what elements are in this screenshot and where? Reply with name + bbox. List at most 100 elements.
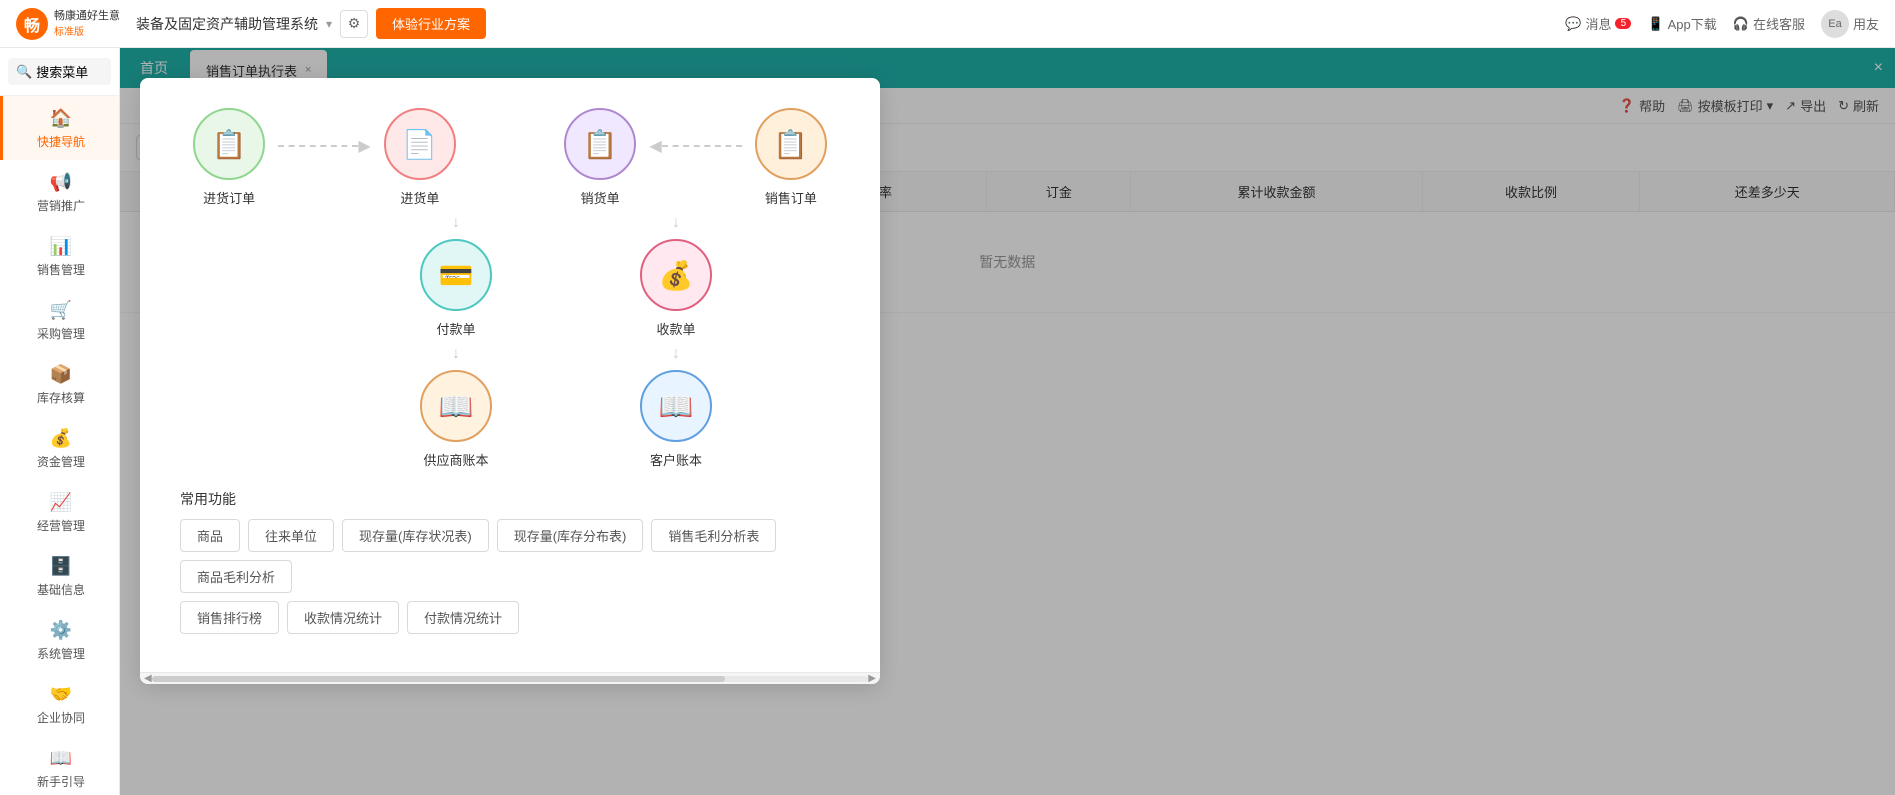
customer-circle: 📖 — [640, 370, 712, 442]
app-label: App下载 — [1668, 14, 1717, 33]
user-area[interactable]: Ea 用友 — [1821, 10, 1879, 38]
sidebar-item-inventory[interactable]: 📦 库存核算 — [0, 352, 119, 416]
base-icon: 🗄️ — [50, 556, 72, 577]
top-header: 畅 畅康通好生意 标准版 装备及固定资产辅助管理系统 ▾ ⚙ 体验行业方案 💬 … — [0, 0, 1895, 48]
node-supplier-account[interactable]: 📖 供应商账本 — [396, 370, 516, 469]
sidebar-item-newbie[interactable]: 📖 新手引导 — [0, 736, 119, 795]
arrow-down-icon: ↓ — [452, 211, 460, 235]
supplier-icon: 📖 — [439, 390, 474, 423]
arrow-down-icon3: ↓ — [452, 342, 460, 366]
logo-line1: 畅康通好生意 — [54, 9, 120, 23]
system-dropdown-icon[interactable]: ▾ — [326, 17, 332, 31]
sidebar-item-label: 系统管理 — [37, 645, 85, 662]
purchase-order-circle: 📋 — [193, 108, 265, 180]
common-functions: 常用功能 商品 往来单位 现存量(库存状况表) 现存量(库存分布表) 销售毛利分… — [180, 489, 840, 634]
dashed-line — [278, 145, 358, 147]
sidebar-item-label: 经营管理 — [37, 517, 85, 534]
node-customer-account[interactable]: 📖 客户账本 — [616, 370, 736, 469]
func-btn-sales-gross[interactable]: 销售毛利分析表 — [651, 519, 776, 552]
enterprise-icon: 🤝 — [50, 684, 72, 705]
sidebar-item-base[interactable]: 🗄️ 基础信息 — [0, 544, 119, 608]
receipt-icon: 💰 — [659, 259, 694, 292]
sidebar-item-finance[interactable]: 💰 资金管理 — [0, 416, 119, 480]
purchase-receipt-circle: 📄 — [384, 108, 456, 180]
modal-overlay[interactable]: 📋 进货订单 ▶ 📄 进货单 — [120, 48, 1895, 795]
sidebar-item-label: 库存核算 — [37, 389, 85, 406]
sidebar-item-marketing[interactable]: 📢 营销推广 — [0, 160, 119, 224]
search-input[interactable]: 🔍 搜索菜单 — [8, 58, 111, 85]
func-btn-goods-gross[interactable]: 商品毛利分析 — [180, 560, 292, 593]
customer-label: 客户账本 — [650, 450, 702, 469]
sidebar-item-label: 营销推广 — [37, 197, 85, 214]
sidebar-item-label: 销售管理 — [37, 261, 85, 278]
purchase-receipt-label: 进货单 — [400, 188, 439, 207]
supplier-label: 供应商账本 — [423, 450, 488, 469]
sidebar-item-sales[interactable]: 📊 销售管理 — [0, 224, 119, 288]
marketing-icon: 📢 — [50, 172, 72, 193]
arrow-down-sales: ↓ — [616, 211, 736, 235]
app-download-button[interactable]: 📱 App下载 — [1647, 14, 1716, 33]
sales-icon: 📊 — [50, 236, 72, 257]
user-label: 用友 — [1853, 14, 1879, 33]
sales-receipt-label: 销货单 — [581, 188, 620, 207]
func-btn-payment-stats[interactable]: 付款情况统计 — [407, 601, 519, 634]
payment-label: 付款单 — [436, 319, 475, 338]
service-label: 在线客服 — [1753, 14, 1805, 33]
sidebar-item-enterprise[interactable]: 🤝 企业协同 — [0, 672, 119, 736]
inventory-icon: 📦 — [50, 364, 72, 385]
arrow-down-receipt: ↓ — [616, 342, 736, 366]
node-sales-receipt[interactable]: 📋 销货单 — [551, 108, 649, 207]
sidebar-item-label: 基础信息 — [37, 581, 85, 598]
logo-icon: 畅 — [16, 8, 48, 40]
sales-order-label: 销售订单 — [765, 188, 817, 207]
func-btn-partners[interactable]: 往来单位 — [248, 519, 334, 552]
arrow-right-icon: ▶ — [358, 136, 370, 156]
logo-text: 畅康通好生意 标准版 — [54, 9, 120, 38]
func-btn-stock-dist[interactable]: 现存量(库存分布表) — [497, 519, 644, 552]
node-sales-order[interactable]: 📋 销售订单 — [742, 108, 840, 207]
sales-receipt-icon: 📋 — [583, 128, 618, 161]
purchase-order-label: 进货订单 — [203, 188, 255, 207]
scroll-track[interactable] — [152, 676, 869, 682]
sidebar-search-area: 🔍 搜索菜单 — [0, 48, 119, 96]
sidebar-item-quick[interactable]: 🏠 快捷导航 — [0, 96, 119, 160]
payment-circle: 💳 — [420, 239, 492, 311]
flow-row-bottom: 📖 供应商账本 📖 客户账本 — [180, 370, 840, 469]
scroll-right-arrow[interactable]: ▶ — [868, 673, 876, 684]
purchase-order-icon: 📋 — [212, 128, 247, 161]
sidebar-item-system[interactable]: ⚙️ 系统管理 — [0, 608, 119, 672]
online-service-button[interactable]: 🎧 在线客服 — [1733, 14, 1805, 33]
node-receipt[interactable]: 💰 收款单 — [616, 239, 736, 338]
supplier-circle: 📖 — [420, 370, 492, 442]
purchase-icon: 🛒 — [50, 300, 72, 321]
node-purchase-order[interactable]: 📋 进货订单 — [180, 108, 278, 207]
message-button[interactable]: 💬 消息 5 — [1565, 14, 1631, 33]
system-title-text: 装备及固定资产辅助管理系统 — [136, 14, 318, 34]
func-btn-receipt-stats[interactable]: 收款情况统计 — [287, 601, 399, 634]
sidebar-item-operations[interactable]: 📈 经营管理 — [0, 480, 119, 544]
func-btn-sales-rank[interactable]: 销售排行榜 — [180, 601, 279, 634]
func-btn-goods[interactable]: 商品 — [180, 519, 240, 552]
arrow-down-icon4: ↓ — [672, 342, 680, 366]
app-icon: 📱 — [1647, 16, 1663, 32]
func-btn-stock-status[interactable]: 现存量(库存状况表) — [342, 519, 489, 552]
system-icon: ⚙️ — [50, 620, 72, 641]
sidebar-item-label: 新手引导 — [37, 773, 85, 790]
flow-row-arrows-v2: ↓ ↓ — [180, 342, 840, 366]
search-icon: 🔍 — [16, 64, 32, 80]
service-icon: 🎧 — [1733, 16, 1749, 32]
arrow-down-icon2: ↓ — [672, 211, 680, 235]
system-title-area: 装备及固定资产辅助管理系统 ▾ ⚙ 体验行业方案 — [136, 8, 1565, 39]
trial-button[interactable]: 体验行业方案 — [376, 8, 486, 39]
gear-button[interactable]: ⚙ — [340, 10, 368, 38]
sidebar-item-label: 企业协同 — [37, 709, 85, 726]
flow-row-top: 📋 进货订单 ▶ 📄 进货单 — [180, 108, 840, 207]
receipt-label: 收款单 — [656, 319, 695, 338]
logo-area: 畅 畅康通好生意 标准版 — [16, 8, 136, 40]
search-label: 搜索菜单 — [36, 62, 88, 81]
sidebar-item-purchase[interactable]: 🛒 采购管理 — [0, 288, 119, 352]
node-purchase-receipt[interactable]: 📄 进货单 — [371, 108, 469, 207]
scroll-left-arrow[interactable]: ◀ — [144, 673, 152, 684]
node-payment[interactable]: 💳 付款单 — [396, 239, 516, 338]
message-label: 消息 — [1585, 14, 1611, 33]
